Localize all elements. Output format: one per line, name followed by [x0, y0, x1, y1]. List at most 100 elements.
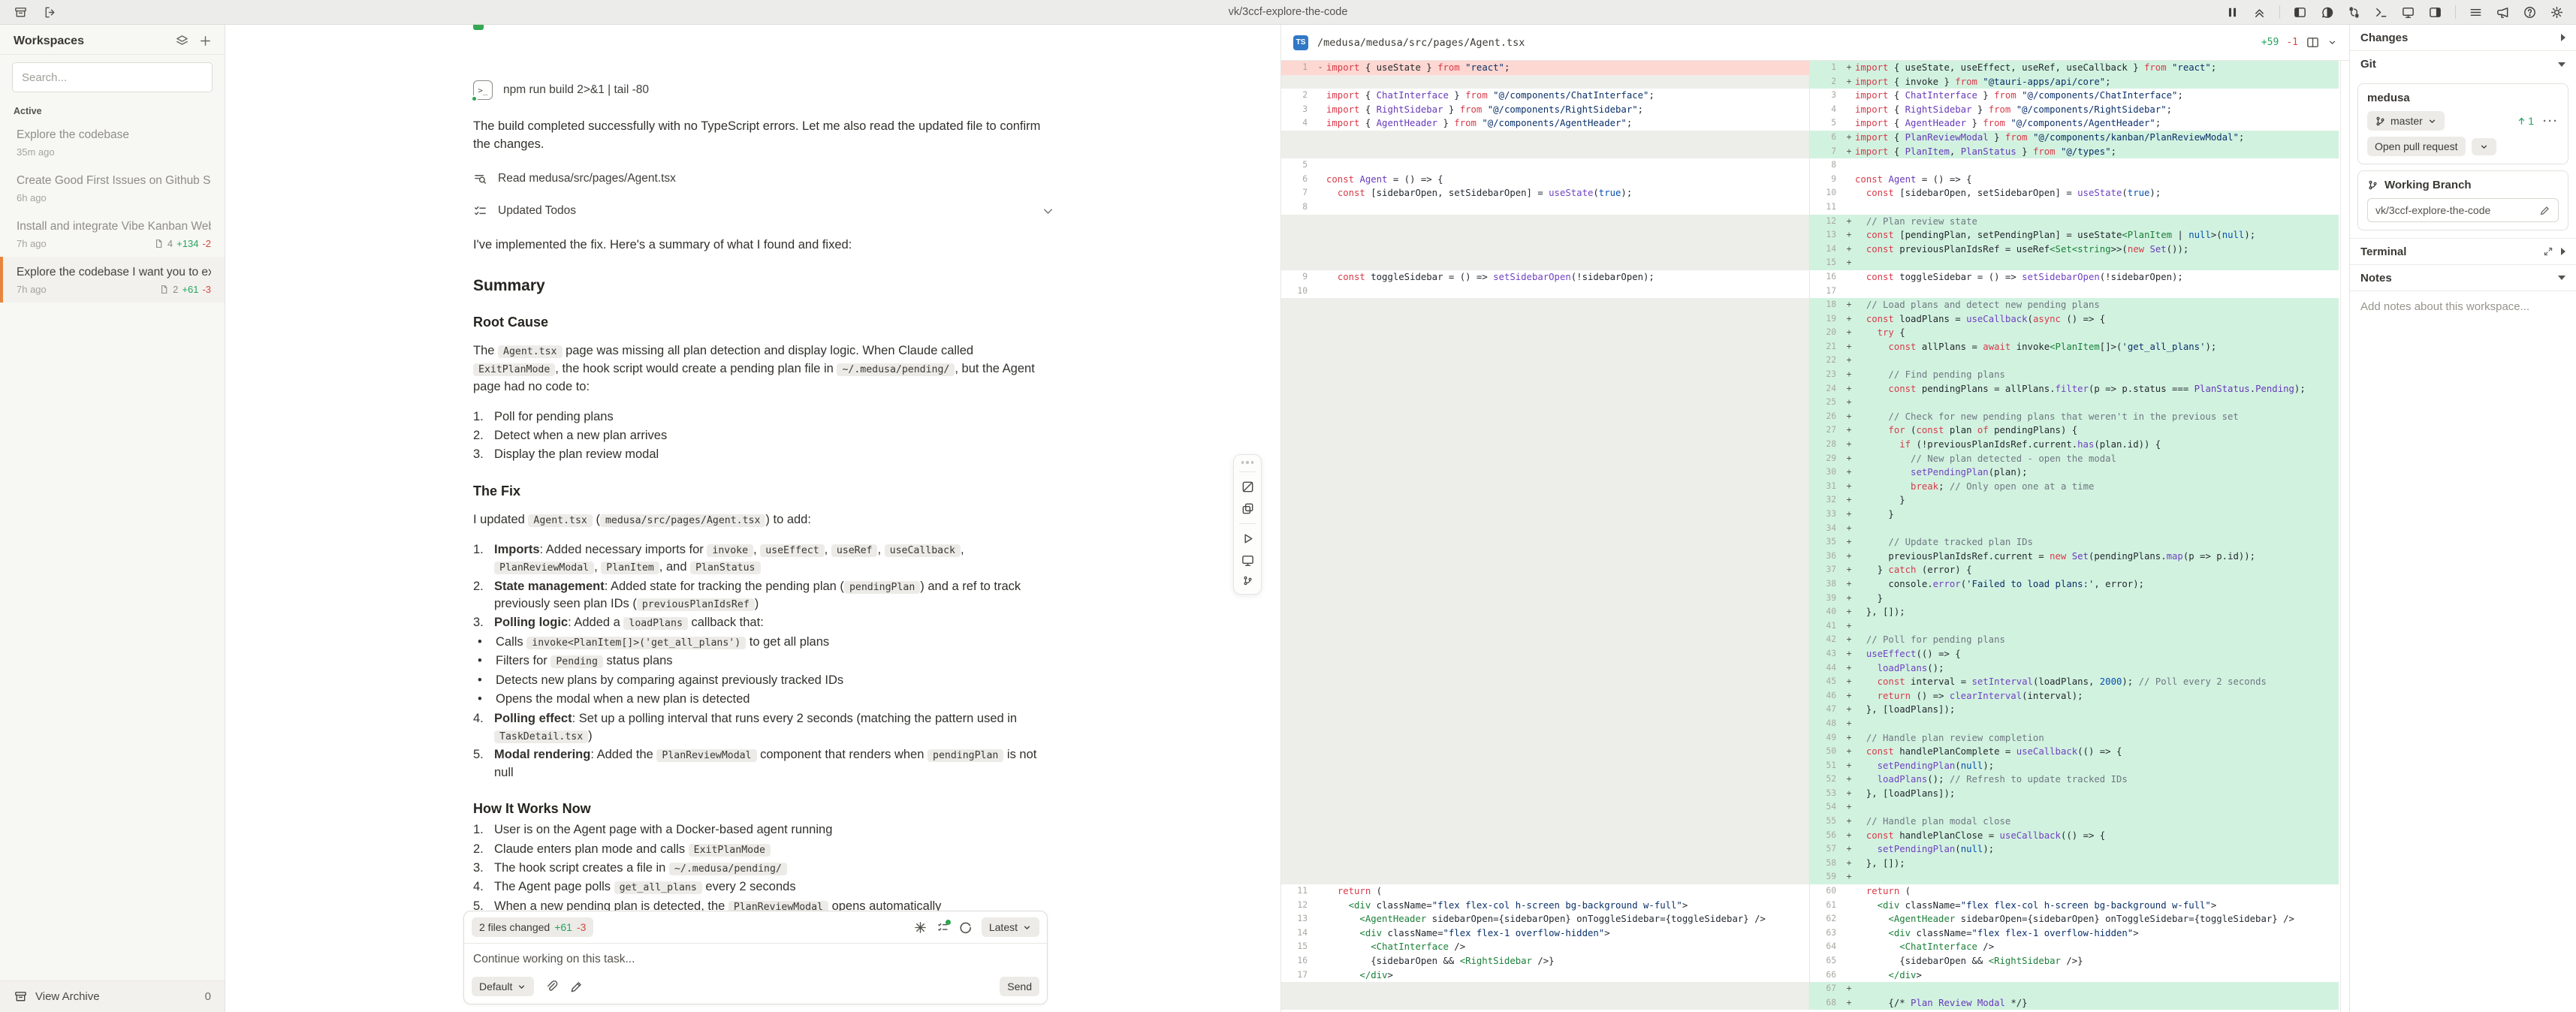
working-branch-label: Working Branch — [2384, 179, 2472, 191]
preview-monitor-icon[interactable] — [1241, 553, 1255, 568]
diff-old-cell — [1281, 508, 1810, 522]
split-view-icon[interactable] — [2306, 35, 2320, 50]
settings-gear-icon[interactable] — [2550, 5, 2564, 20]
menu-icon[interactable] — [2469, 5, 2483, 20]
drag-handle-icon[interactable] — [1241, 461, 1254, 464]
chat-panel: >_npm run build 2>&1 | tail -80The build… — [225, 25, 1281, 1012]
files-changed-badge[interactable]: 2 files changed +61 -3 — [472, 917, 593, 937]
diff-row: 59+ — [1281, 870, 2340, 884]
diff-rows: 1-import { useState } from "react";1+imp… — [1281, 61, 2340, 1012]
git-repo-card: medusa master 1 ··· — [2357, 83, 2568, 164]
workspace-item[interactable]: Explore the codebase I want you to exp7h… — [0, 257, 225, 303]
diff-old-cell — [1281, 787, 1810, 801]
diff-file-path[interactable]: /medusa/medusa/src/pages/Agent.tsx — [1317, 37, 1525, 49]
workspace-time: 7h ago — [17, 238, 47, 249]
expand-icon[interactable] — [2543, 246, 2553, 257]
inline-code: Agent.tsx — [498, 345, 562, 358]
edit-pencil-icon[interactable] — [2539, 205, 2550, 216]
diff-view-icon[interactable] — [1241, 480, 1255, 494]
copy-icon[interactable] — [1241, 501, 1255, 516]
diff-new-cell: 43+ useEffect(() => { — [1810, 647, 2339, 661]
diff-old-cell: 10 — [1281, 285, 1810, 299]
panel-right-icon[interactable] — [2428, 5, 2442, 20]
tool-call-row[interactable]: Updated Todos — [473, 204, 1055, 218]
pr-options-button[interactable] — [2472, 138, 2496, 155]
terminal-section-header[interactable]: Terminal — [2350, 239, 2576, 265]
inline-code: ExitPlanMode — [689, 844, 771, 857]
diff-old-cell — [1281, 647, 1810, 661]
diff-new-cell: 1+import { useState, useEffect, useRef, … — [1810, 61, 2339, 75]
diff-new-cell: 30+ setPendingPlan(plan); — [1810, 465, 2339, 480]
inline-code: pendingPlan — [928, 749, 1003, 762]
spark-icon[interactable] — [913, 920, 928, 935]
version-dropdown[interactable]: Latest — [982, 917, 1039, 937]
more-options-icon[interactable]: ··· — [2543, 115, 2559, 128]
todo-list-icon[interactable] — [937, 921, 949, 934]
diff-old-cell — [1281, 145, 1810, 159]
mode-dropdown[interactable]: Default — [472, 977, 534, 996]
diff-old-cell — [1281, 731, 1810, 745]
workspace-item[interactable]: Explore the codebase35m ago — [0, 119, 225, 165]
diff-new-cell: 12+ // Plan review state — [1810, 215, 2339, 229]
announcement-icon[interactable] — [2496, 5, 2510, 20]
terminal-icon: >_ — [473, 80, 493, 100]
diff-new-cell: 24+ const pendingPlans = allPlans.filter… — [1810, 382, 2339, 396]
notes-label: Notes — [2360, 272, 2392, 285]
diff-row: 48+ — [1281, 717, 2340, 731]
panel-left-icon[interactable] — [2293, 5, 2307, 20]
diff-new-cell: 42+ // Poll for pending plans — [1810, 633, 2339, 647]
read-icon — [473, 172, 487, 186]
diff-scrollbar[interactable] — [2340, 61, 2349, 1012]
monitor-icon[interactable] — [2401, 5, 2415, 20]
pen-icon[interactable] — [569, 980, 584, 994]
pause-icon[interactable] — [2225, 5, 2240, 20]
tool-call-row[interactable]: Read medusa/src/pages/Agent.tsx — [473, 172, 1055, 186]
collapse-all-icon[interactable] — [2252, 5, 2267, 20]
diff-old-cell: 11 return ( — [1281, 884, 1810, 899]
layers-icon[interactable] — [175, 34, 189, 48]
branch-dropdown[interactable]: master — [2367, 111, 2445, 131]
chevron-down-icon[interactable] — [2327, 38, 2337, 47]
file-icon — [159, 285, 169, 294]
workspace-search-input[interactable] — [12, 62, 213, 92]
deletions-count: -3 — [577, 921, 586, 933]
right-panel: Changes Git medusa master — [2349, 25, 2576, 1012]
attach-icon[interactable] — [544, 980, 559, 994]
git-section-header[interactable]: Git — [2350, 51, 2576, 77]
tool-call-row[interactable]: >_npm run build 2>&1 | tail -80 — [473, 80, 1055, 100]
diff-new-cell: 37+ } catch (error) { — [1810, 563, 2339, 577]
workspace-item[interactable]: Create Good First Issues on Github So p6… — [0, 165, 225, 211]
send-button[interactable]: Send — [1000, 977, 1039, 996]
terminal-icon[interactable] — [2374, 5, 2388, 20]
diff-old-cell — [1281, 354, 1810, 368]
sign-out-icon[interactable] — [43, 5, 57, 20]
inline-code: useEffect — [760, 544, 824, 557]
help-icon[interactable] — [2523, 5, 2537, 20]
open-pull-request-button[interactable]: Open pull request — [2367, 137, 2466, 156]
diff-old-cell — [1281, 410, 1810, 424]
chat-bubble-icon[interactable] — [2320, 5, 2334, 20]
view-archive-button[interactable]: View Archive 0 — [0, 980, 225, 1012]
notes-input[interactable]: Add notes about this workspace... — [2350, 291, 2576, 322]
working-branch-input[interactable] — [2375, 204, 2539, 216]
diff-new-cell: 21+ const allPlans = await invoke<PlanIt… — [1810, 340, 2339, 354]
changes-section-header[interactable]: Changes — [2350, 25, 2576, 51]
chevron-down-icon[interactable] — [1041, 204, 1055, 218]
diff-new-cell: 22+ — [1810, 354, 2339, 368]
diff-new-cell: 59+ — [1810, 870, 2339, 884]
inline-code: Pending — [550, 655, 603, 668]
workspace-item[interactable]: Install and integrate Vibe Kanban Web7h … — [0, 211, 225, 257]
diff-new-cell: 51+ setPendingPlan(null); — [1810, 759, 2339, 773]
notes-section-header[interactable]: Notes — [2350, 265, 2576, 291]
archive-box-icon[interactable] — [14, 5, 28, 20]
message-input[interactable]: Continue working on this task... — [464, 943, 1047, 971]
run-icon[interactable] — [1241, 532, 1255, 546]
branch-name: master — [2390, 115, 2423, 127]
diff-new-cell: 34+ — [1810, 522, 2339, 536]
diff-old-cell — [1281, 465, 1810, 480]
git-branch-icon[interactable] — [1242, 575, 1253, 586]
chat-transcript[interactable]: >_npm run build 2>&1 | tail -80The build… — [225, 25, 1280, 1012]
add-workspace-icon[interactable] — [198, 34, 213, 48]
diff-old-cell — [1281, 759, 1810, 773]
git-compare-icon[interactable] — [2347, 5, 2361, 20]
